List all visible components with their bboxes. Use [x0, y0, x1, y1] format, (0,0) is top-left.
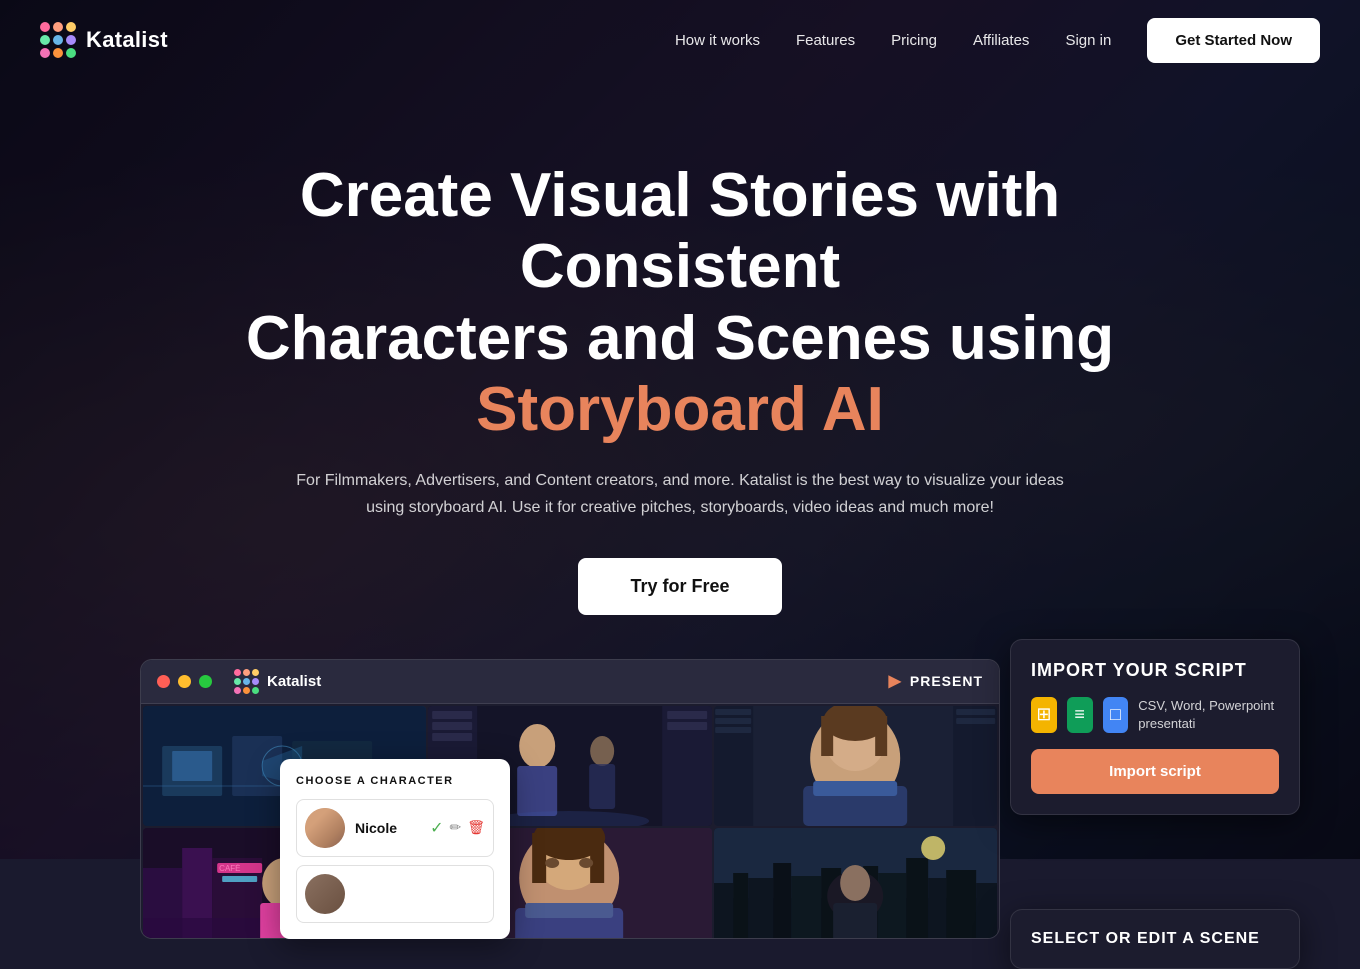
import-file-types: ⊞ ≡ □ CSV, Word, Powerpoint presentati: [1031, 697, 1279, 733]
import-script-button[interactable]: Import script: [1031, 749, 1279, 794]
traffic-light-yellow: [178, 675, 191, 688]
app-logo-dots: [234, 669, 259, 694]
character-avatar-inner-nicole: [305, 808, 345, 848]
app-dot-6: [252, 678, 259, 685]
app-dot-2: [243, 669, 250, 676]
logo-dot-9: [66, 48, 76, 58]
character-avatar-nicole: [305, 808, 345, 848]
nav-affiliates[interactable]: Affiliates: [973, 32, 1029, 49]
storyboard-cell-3[interactable]: [714, 706, 997, 826]
traffic-light-red: [157, 675, 170, 688]
app-logo-text: Katalist: [267, 673, 321, 690]
storyboard-image-6: [714, 828, 997, 939]
app-dot-7: [234, 687, 241, 694]
hero-subtitle: For Filmmakers, Advertisers, and Content…: [280, 467, 1080, 521]
character-edit-icon[interactable]: ✏: [449, 819, 461, 836]
traffic-light-green: [199, 675, 212, 688]
logo-dot-1: [40, 22, 50, 32]
select-scene-panel: SELECT OR EDIT A SCENE: [1010, 909, 1300, 969]
character-actions-nicole: ✓ ✏ 🗑: [430, 818, 485, 838]
nav-how-it-works[interactable]: How it works: [675, 32, 760, 49]
hero-title: Create Visual Stories with Consistent Ch…: [180, 160, 1180, 445]
play-icon: ▶: [889, 671, 902, 691]
file-types-text: CSV, Word, Powerpoint presentati: [1138, 697, 1279, 733]
character-avatar-2: [305, 874, 345, 914]
hero-title-line2: Characters and Scenes using: [246, 304, 1114, 373]
character-panel: CHOOSE A CHARACTER Nicole ✓ ✏ 🗑: [280, 759, 510, 939]
import-script-panel: IMPORT YOUR SCRIPT ⊞ ≡ □ CSV, Word, Powe…: [1010, 639, 1300, 815]
character-delete-icon[interactable]: 🗑: [467, 819, 485, 836]
logo[interactable]: Katalist: [40, 22, 168, 58]
app-dot-5: [243, 678, 250, 685]
hero-content: Create Visual Stories with Consistent Ch…: [0, 80, 1360, 615]
nav-features[interactable]: Features: [796, 32, 855, 49]
docs-icon: ≡: [1074, 704, 1085, 725]
character-panel-title: CHOOSE A CHARACTER: [296, 775, 494, 787]
character-check-icon[interactable]: ✓: [430, 818, 443, 838]
select-scene-title: SELECT OR EDIT A SCENE: [1031, 930, 1279, 948]
logo-dot-2: [53, 22, 63, 32]
logo-dot-8: [53, 48, 63, 58]
svg-text:CAFÉ: CAFÉ: [219, 864, 240, 873]
app-present-button[interactable]: ▶ PRESENT: [889, 671, 983, 691]
app-dot-1: [234, 669, 241, 676]
logo-dot-5: [53, 35, 63, 45]
nav-links: How it works Features Pricing Affiliates…: [675, 18, 1320, 63]
logo-text: Katalist: [86, 27, 168, 53]
app-titlebar: Katalist ▶ PRESENT: [141, 660, 999, 704]
file-icon-sheets: ⊞: [1031, 697, 1057, 733]
present-label: PRESENT: [910, 673, 983, 689]
app-dot-9: [252, 687, 259, 694]
character-item-2[interactable]: [296, 865, 494, 923]
nav-pricing[interactable]: Pricing: [891, 32, 937, 49]
app-dot-4: [234, 678, 241, 685]
logo-dots-icon: [40, 22, 76, 58]
nav-sign-in[interactable]: Sign in: [1065, 32, 1111, 49]
navbar: Katalist How it works Features Pricing A…: [0, 0, 1360, 80]
file-icon-docs: ≡: [1067, 697, 1093, 733]
logo-dot-3: [66, 22, 76, 32]
get-started-button[interactable]: Get Started Now: [1147, 18, 1320, 63]
file-icon-slides: □: [1103, 697, 1129, 733]
logo-dot-6: [66, 35, 76, 45]
slides-icon: □: [1110, 704, 1121, 725]
storyboard-image-3: [714, 706, 997, 826]
import-panel-title: IMPORT YOUR SCRIPT: [1031, 660, 1279, 681]
app-dot-3: [252, 669, 259, 676]
logo-dot-4: [40, 35, 50, 45]
try-free-button[interactable]: Try for Free: [578, 558, 781, 615]
character-item-nicole[interactable]: Nicole ✓ ✏ 🗑: [296, 799, 494, 857]
storyboard-grid: CAFÉ: [141, 704, 999, 939]
logo-dot-7: [40, 48, 50, 58]
storyboard-cell-6[interactable]: [714, 828, 997, 939]
hero-title-accent: Storyboard AI: [476, 375, 884, 444]
sheets-icon: ⊞: [1036, 704, 1051, 725]
app-preview-area: Katalist ▶ PRESENT: [140, 659, 1330, 939]
app-window-logo: Katalist: [234, 669, 321, 694]
character-name-nicole: Nicole: [355, 820, 420, 836]
hero-title-line1: Create Visual Stories with Consistent: [300, 161, 1060, 301]
app-dot-8: [243, 687, 250, 694]
app-window: Katalist ▶ PRESENT: [140, 659, 1000, 939]
